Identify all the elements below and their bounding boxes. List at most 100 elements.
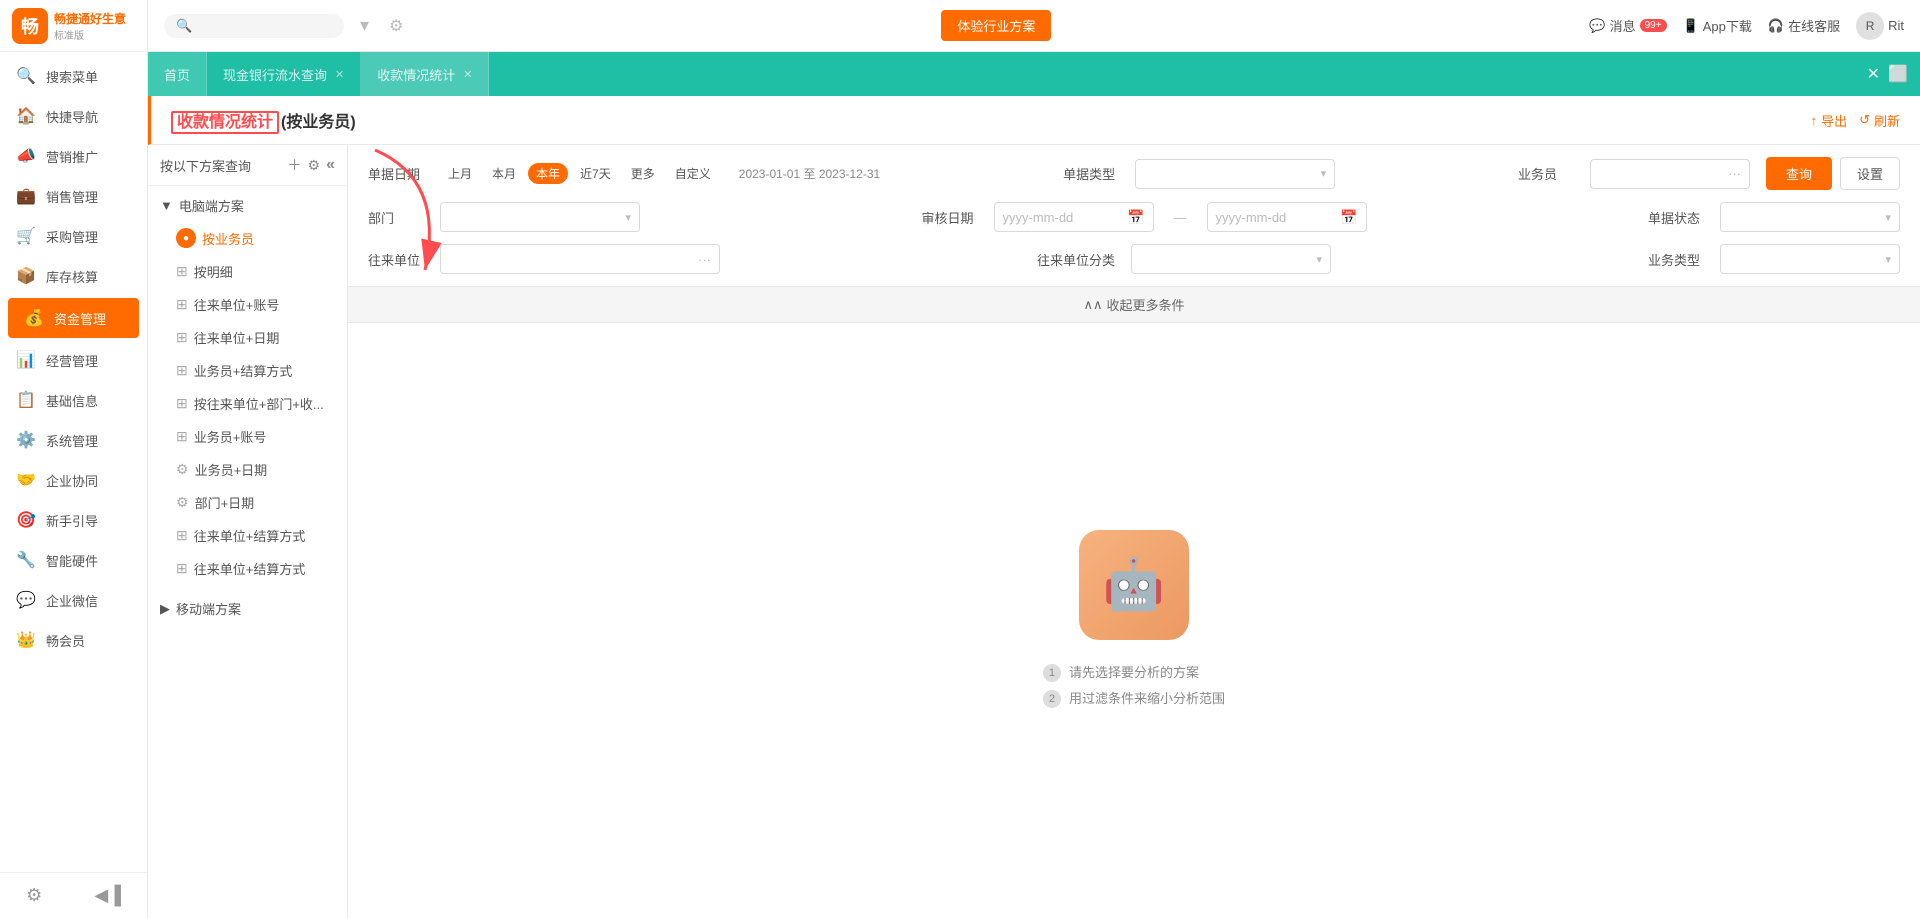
scheme-item-salesperson-account[interactable]: ⊞ 业务员+账号 (148, 420, 347, 453)
nav-label-quick-nav: 快捷导航 (46, 107, 98, 126)
tip-text-1: 请先选择要分析的方案 (1069, 660, 1199, 686)
bank-flow-tab-label: 现金银行流水查询 (223, 65, 327, 84)
top-header: 🔍 ▾ ⚙ 体验行业方案 💬 消息 99+ 📱 App下载 🎧 在线客服 R R… (148, 0, 1920, 52)
username: Rit (1888, 18, 1904, 33)
header-dropdown-icon[interactable]: ▾ (360, 15, 369, 36)
query-button[interactable]: 查询 (1766, 157, 1832, 190)
nav-label-hardware: 智能硬件 (46, 551, 98, 570)
scheme-item-unit-account[interactable]: ⊞ 往来单位+账号 (148, 288, 347, 321)
bank-flow-tab-close[interactable]: ✕ (335, 68, 344, 81)
user-avatar-group[interactable]: R Rit (1856, 12, 1904, 40)
sidebar-item-quick-nav[interactable]: 🏠快捷导航 (0, 96, 147, 136)
mobile-group-label: 移动端方案 (176, 599, 241, 618)
page-title-suffix: (按业务员) (281, 114, 356, 131)
sidebar-item-system[interactable]: ⚙️系统管理 (0, 420, 147, 460)
home-tab-label: 首页 (164, 65, 190, 84)
scheme-add-icon[interactable]: ＋ (288, 155, 302, 175)
export-button[interactable]: ↑ 导出 (1811, 111, 1848, 130)
business-type-select[interactable]: ▾ (1720, 244, 1900, 274)
scheme-settings-icon[interactable]: ⚙ (308, 157, 321, 174)
sidebar-item-guide[interactable]: 🎯新手引导 (0, 500, 147, 540)
sidebar-item-basic-info[interactable]: 📋基础信息 (0, 380, 147, 420)
doc-type-chevron: ▾ (1321, 167, 1327, 180)
dept-label: 部门 (368, 208, 424, 227)
sidebar-item-inventory[interactable]: 📦库存核算 (0, 256, 147, 296)
nav-label-member: 畅会员 (46, 631, 85, 650)
feature-button[interactable]: 体验行业方案 (941, 10, 1051, 41)
sidebar-item-hardware[interactable]: 🔧智能硬件 (0, 540, 147, 580)
sidebar-item-member[interactable]: 👑畅会员 (0, 620, 147, 660)
doc-status-select[interactable]: ▾ (1720, 202, 1900, 232)
sidebar-item-enterprise[interactable]: 🤝企业协同 (0, 460, 147, 500)
tab-bank-flow[interactable]: 现金银行流水查询 ✕ (207, 52, 361, 96)
sidebar-item-wechat[interactable]: 💬企业微信 (0, 580, 147, 620)
review-date-end[interactable]: yyyy-mm-dd 📅 (1207, 202, 1367, 232)
messages-badge: 99+ (1640, 19, 1667, 32)
review-date-start[interactable]: yyyy-mm-dd 📅 (994, 202, 1154, 232)
date-tab-group: 上月 本月 本年 近7天 更多 自定义 (440, 163, 719, 184)
filter-row-3: 往来单位 ··· 往来单位分类 ▾ 业务类型 (368, 244, 1900, 274)
scheme-panel: 按以下方案查询 ＋ ⚙ « ▼ 电脑端方案 ● (148, 145, 348, 918)
header-gear-icon[interactable]: ⚙ (389, 16, 403, 36)
counterpart-category-select[interactable]: ▾ (1131, 244, 1331, 274)
counterpart-category-chevron: ▾ (1316, 253, 1322, 266)
nav-label-purchase: 采购管理 (46, 227, 98, 246)
sidebar-item-sales[interactable]: 💼销售管理 (0, 176, 147, 216)
doc-status-chevron: ▾ (1885, 211, 1891, 224)
date-tab-more[interactable]: 更多 (623, 163, 663, 184)
empty-robot-illustration: 🤖 (1079, 530, 1189, 640)
maximize-window-icon[interactable]: ⬜ (1888, 64, 1908, 84)
sidebar-item-purchase[interactable]: 🛒采购管理 (0, 216, 147, 256)
app-download-group[interactable]: 📱 App下载 (1683, 16, 1752, 35)
date-tab-7days[interactable]: 近7天 (572, 163, 619, 184)
header-search-box[interactable]: 🔍 (164, 14, 344, 38)
scheme-item-label-sp-account: 业务员+账号 (194, 427, 267, 446)
sidebar-item-finance[interactable]: 💰资金管理 (8, 298, 139, 338)
sidebar-item-marketing[interactable]: 📣营销推广 (0, 136, 147, 176)
settings-bottom-icon[interactable]: ⚙ (18, 881, 50, 910)
salesperson-input[interactable]: ··· (1590, 159, 1750, 189)
scheme-item-dept-date[interactable]: ⚙ 部门+日期 (148, 486, 347, 519)
dept-select[interactable]: ▾ (440, 202, 640, 232)
date-tab-last-month[interactable]: 上月 (440, 163, 480, 184)
date-tab-this-year[interactable]: 本年 (528, 163, 568, 184)
scheme-item-salesperson-date[interactable]: ⚙ 业务员+日期 (148, 453, 347, 486)
collapse-bar[interactable]: ∧∧ 收起更多条件 (348, 287, 1920, 323)
scheme-item-unit-date[interactable]: ⊞ 往来单位+日期 (148, 321, 347, 354)
content-panel: 按以下方案查询 ＋ ⚙ « ▼ 电脑端方案 ● (148, 145, 1920, 918)
close-window-icon[interactable]: ✕ (1867, 64, 1880, 84)
scheme-collapse-icon[interactable]: « (326, 156, 335, 174)
mobile-group-title[interactable]: ▶ 移动端方案 (148, 593, 347, 624)
scheme-dept-date-icon: ⚙ (176, 494, 189, 511)
scheme-item-unit-settlement1[interactable]: ⊞ 往来单位+结算方式 (148, 519, 347, 552)
counterpart-input[interactable]: ··· (440, 244, 720, 274)
doc-type-select[interactable]: ▾ (1135, 159, 1335, 189)
refresh-button[interactable]: ↺ 刷新 (1859, 111, 1900, 130)
settings-button[interactable]: 设置 (1840, 157, 1900, 190)
messages-group[interactable]: 💬 消息 99+ (1589, 16, 1666, 35)
collection-stat-tab-label: 收款情况统计 (377, 65, 455, 84)
desktop-group-title[interactable]: ▼ 电脑端方案 (148, 190, 347, 221)
nav-icon-inventory: 📦 (16, 266, 36, 286)
desktop-scheme-group: ▼ 电脑端方案 ● 按业务员 ⊞ 按明细 ⊞ 往来单位+账号 (148, 186, 347, 589)
nav-icon-enterprise: 🤝 (16, 470, 36, 490)
scheme-item-unit-dept-collection[interactable]: ⊞ 按往来单位+部门+收... (148, 387, 347, 420)
scheme-item-salesperson-settlement[interactable]: ⊞ 业务员+结算方式 (148, 354, 347, 387)
scheme-item-unit-settlement2[interactable]: ⊞ 往来单位+结算方式 (148, 552, 347, 585)
date-tab-this-month[interactable]: 本月 (484, 163, 524, 184)
scheme-unit-settlement2-icon: ⊞ (176, 560, 188, 577)
sidebar-item-operation[interactable]: 📊经营管理 (0, 340, 147, 380)
tab-collection-stat[interactable]: 收款情况统计 ✕ (361, 52, 489, 96)
date-tab-custom[interactable]: 自定义 (667, 163, 719, 184)
scheme-item-by-detail[interactable]: ⊞ 按明细 (148, 255, 347, 288)
sidebar-item-search[interactable]: 🔍搜索菜单 (0, 56, 147, 96)
app-download-label: App下载 (1703, 16, 1752, 35)
scheme-item-by-salesperson[interactable]: ● 按业务员 (148, 221, 347, 255)
tip-text-2: 用过滤条件来缩小分析范围 (1069, 686, 1225, 712)
collapse-sidebar-icon[interactable]: ◀▐ (86, 881, 129, 910)
online-service-group[interactable]: 🎧 在线客服 (1768, 16, 1840, 35)
counterpart-category-label: 往来单位分类 (1037, 250, 1115, 269)
tab-home[interactable]: 首页 (148, 52, 207, 96)
collection-stat-tab-close[interactable]: ✕ (463, 68, 472, 81)
business-type-label: 业务类型 (1648, 250, 1704, 269)
